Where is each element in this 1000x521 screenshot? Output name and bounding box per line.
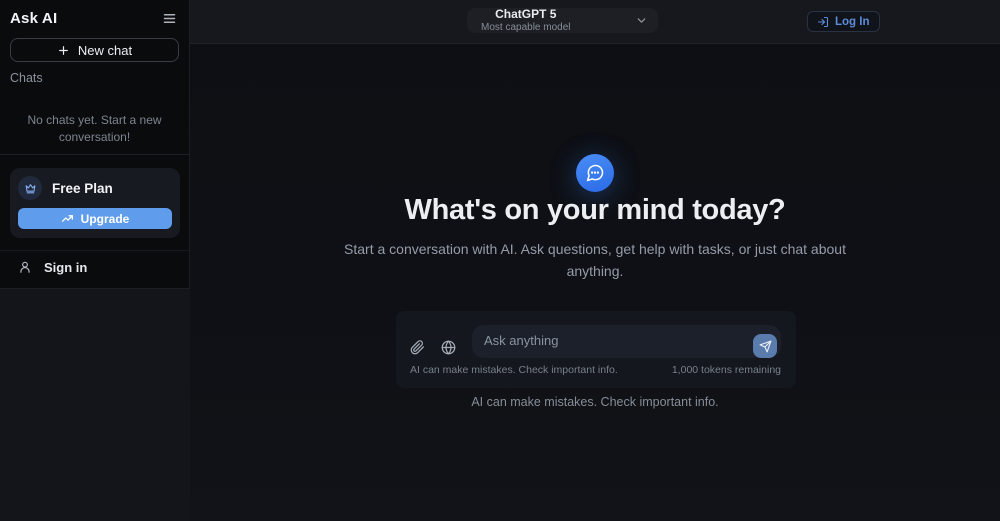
- app-screen: Ask AI New chat Chats No chats yet. Star…: [0, 0, 1000, 521]
- topbar: ChatGPT 5 Most capable model Log In: [190, 0, 1000, 44]
- user-icon: [18, 260, 32, 274]
- crown-icon: [18, 176, 42, 200]
- chat-bubble-icon: [576, 154, 614, 192]
- plan-card: Free Plan Upgrade: [10, 168, 180, 238]
- new-chat-label: New chat: [77, 42, 133, 58]
- sign-in-label: Sign in: [44, 259, 88, 275]
- plus-icon: [57, 44, 70, 57]
- log-in-label: Log In: [835, 15, 870, 28]
- log-in-button[interactable]: Log In: [807, 11, 880, 32]
- signin-divider: [0, 250, 189, 251]
- sidebar: Ask AI New chat Chats No chats yet. Star…: [0, 0, 190, 289]
- model-selector-texts: ChatGPT 5 Most capable model: [481, 7, 571, 33]
- composer-panel: AI can make mistakes. Check important in…: [396, 311, 796, 388]
- page-title: What's on your mind today?: [404, 194, 786, 226]
- trending-up-icon: [61, 212, 74, 225]
- sidebar-header: Ask AI: [10, 6, 179, 30]
- main-content: What's on your mind today? Start a conve…: [190, 44, 1000, 521]
- attach-file-button[interactable]: [408, 338, 427, 357]
- web-search-button[interactable]: [439, 338, 458, 357]
- model-name: ChatGPT 5: [495, 7, 557, 22]
- upgrade-button[interactable]: Upgrade: [18, 208, 172, 229]
- hamburger-menu-icon: [162, 11, 177, 26]
- sidebar-divider: [0, 154, 189, 155]
- upgrade-label: Upgrade: [80, 211, 130, 226]
- sign-in-button[interactable]: Sign in: [10, 253, 179, 281]
- log-in-icon: [817, 16, 829, 28]
- composer-disclaimer: AI can make mistakes. Check important in…: [410, 364, 618, 376]
- model-description: Most capable model: [481, 21, 571, 33]
- footer-disclaimer: AI can make mistakes. Check important in…: [471, 395, 719, 409]
- chats-section-header: Chats: [10, 71, 43, 85]
- app-title: Ask AI: [10, 9, 58, 27]
- plan-name: Free Plan: [52, 180, 113, 196]
- paperclip-icon: [410, 340, 425, 355]
- globe-icon: [441, 340, 456, 355]
- tokens-remaining: 1,000 tokens remaining: [671, 364, 781, 376]
- chats-empty-message: No chats yet. Start a new conversation!: [27, 113, 162, 144]
- send-icon: [759, 340, 772, 353]
- message-input[interactable]: [472, 325, 781, 358]
- send-button[interactable]: [753, 334, 777, 358]
- sidebar-toggle-button[interactable]: [160, 9, 179, 28]
- plan-row: Free Plan: [18, 176, 113, 200]
- model-selector[interactable]: ChatGPT 5 Most capable model: [467, 8, 658, 33]
- new-chat-button[interactable]: New chat: [10, 38, 179, 62]
- page-subtitle: Start a conversation with AI. Ask questi…: [344, 241, 846, 279]
- main-area: ChatGPT 5 Most capable model Log In What…: [190, 0, 1000, 521]
- chevron-down-icon: [635, 14, 648, 27]
